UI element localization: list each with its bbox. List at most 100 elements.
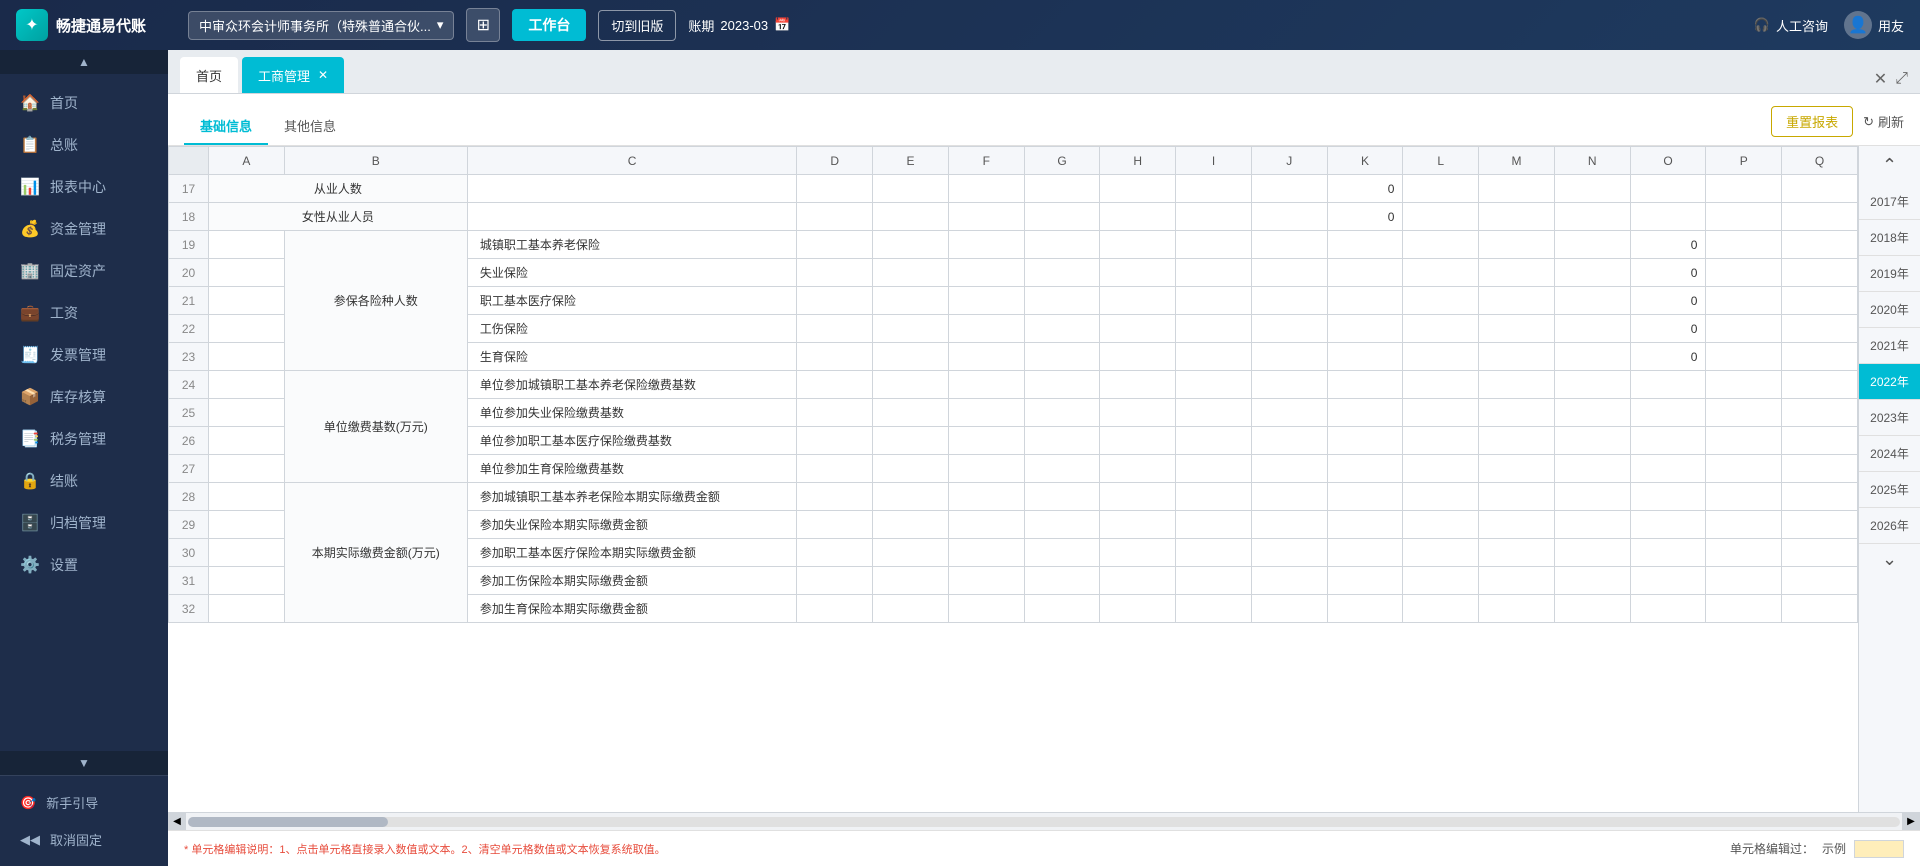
cell-25-l[interactable] xyxy=(1403,399,1479,427)
cell-26-k[interactable] xyxy=(1327,427,1403,455)
cell-30-n[interactable] xyxy=(1554,539,1630,567)
cell-19-p[interactable] xyxy=(1706,231,1782,259)
cell-22-i[interactable] xyxy=(1176,315,1252,343)
cell-26-d[interactable] xyxy=(797,427,873,455)
cell-18-ab[interactable]: 女性从业人员 xyxy=(209,203,468,231)
cell-18-p[interactable] xyxy=(1706,203,1782,231)
cell-17-p[interactable] xyxy=(1706,175,1782,203)
cell-29-e[interactable] xyxy=(873,511,949,539)
cell-20-l[interactable] xyxy=(1403,259,1479,287)
cell-27-c[interactable]: 单位参加生育保险缴费基数 xyxy=(467,455,797,483)
cell-19-a[interactable] xyxy=(209,231,285,259)
cell-20-o[interactable]: 0 xyxy=(1630,259,1706,287)
cell-22-p[interactable] xyxy=(1706,315,1782,343)
cell-25-q[interactable] xyxy=(1782,399,1858,427)
cell-25-n[interactable] xyxy=(1554,399,1630,427)
cell-18-c[interactable] xyxy=(467,203,797,231)
cell-20-e[interactable] xyxy=(873,259,949,287)
cell-32-m[interactable] xyxy=(1479,595,1555,623)
cell-21-e[interactable] xyxy=(873,287,949,315)
cell-21-q[interactable] xyxy=(1782,287,1858,315)
cell-23-j[interactable] xyxy=(1251,343,1327,371)
cell-17-k[interactable]: 0 xyxy=(1327,175,1403,203)
refresh-button[interactable]: ↻ 刷新 xyxy=(1863,112,1904,131)
cell-20-k[interactable] xyxy=(1327,259,1403,287)
cell-30-g[interactable] xyxy=(1024,539,1100,567)
scroll-right-button[interactable]: ▶ xyxy=(1902,813,1920,831)
cell-24-f[interactable] xyxy=(948,371,1024,399)
cell-31-h[interactable] xyxy=(1100,567,1176,595)
cell-17-d[interactable] xyxy=(797,175,873,203)
cell-22-m[interactable] xyxy=(1479,315,1555,343)
cell-23-f[interactable] xyxy=(948,343,1024,371)
cell-31-q[interactable] xyxy=(1782,567,1858,595)
scroll-thumb[interactable] xyxy=(188,817,388,827)
cell-19-l[interactable] xyxy=(1403,231,1479,259)
cell-26-q[interactable] xyxy=(1782,427,1858,455)
cell-21-h[interactable] xyxy=(1100,287,1176,315)
cell-30-q[interactable] xyxy=(1782,539,1858,567)
sidebar-item-tax[interactable]: 📑 税务管理 xyxy=(0,418,168,460)
sub-tab-other[interactable]: 其他信息 xyxy=(268,108,352,145)
company-selector[interactable]: 中审众环会计师事务所（特殊普通合伙... ▾ xyxy=(188,11,454,40)
cell-29-p[interactable] xyxy=(1706,511,1782,539)
cell-21-m[interactable] xyxy=(1479,287,1555,315)
cell-25-p[interactable] xyxy=(1706,399,1782,427)
cell-26-p[interactable] xyxy=(1706,427,1782,455)
year-item-2025[interactable]: 2025年 xyxy=(1859,472,1920,508)
cell-31-n[interactable] xyxy=(1554,567,1630,595)
cell-27-o[interactable] xyxy=(1630,455,1706,483)
year-item-2020[interactable]: 2020年 xyxy=(1859,292,1920,328)
cell-26-m[interactable] xyxy=(1479,427,1555,455)
cell-29-o[interactable] xyxy=(1630,511,1706,539)
cell-32-q[interactable] xyxy=(1782,595,1858,623)
cell-17-n[interactable] xyxy=(1554,175,1630,203)
cell-17-g[interactable] xyxy=(1024,175,1100,203)
cell-27-g[interactable] xyxy=(1024,455,1100,483)
sub-tab-basic[interactable]: 基础信息 xyxy=(184,108,268,145)
cell-29-m[interactable] xyxy=(1479,511,1555,539)
cell-32-g[interactable] xyxy=(1024,595,1100,623)
cell-17-q[interactable] xyxy=(1782,175,1858,203)
cell-22-q[interactable] xyxy=(1782,315,1858,343)
old-version-button[interactable]: 切到旧版 xyxy=(598,10,676,41)
cell-26-l[interactable] xyxy=(1403,427,1479,455)
cell-18-e[interactable] xyxy=(873,203,949,231)
cell-20-q[interactable] xyxy=(1782,259,1858,287)
cell-27-e[interactable] xyxy=(873,455,949,483)
cell-24-b-merged[interactable]: 单位缴费基数(万元) xyxy=(284,371,467,483)
year-item-2026[interactable]: 2026年 xyxy=(1859,508,1920,544)
cell-25-j[interactable] xyxy=(1251,399,1327,427)
cell-17-l[interactable] xyxy=(1403,175,1479,203)
cell-27-f[interactable] xyxy=(948,455,1024,483)
cell-19-f[interactable] xyxy=(948,231,1024,259)
cell-20-d[interactable] xyxy=(797,259,873,287)
cell-18-o[interactable] xyxy=(1630,203,1706,231)
cell-23-n[interactable] xyxy=(1554,343,1630,371)
cell-24-p[interactable] xyxy=(1706,371,1782,399)
cell-31-l[interactable] xyxy=(1403,567,1479,595)
cell-17-c[interactable] xyxy=(467,175,797,203)
cell-32-j[interactable] xyxy=(1251,595,1327,623)
cell-25-a[interactable] xyxy=(209,399,285,427)
cell-26-o[interactable] xyxy=(1630,427,1706,455)
cell-24-o[interactable] xyxy=(1630,371,1706,399)
cell-20-m[interactable] xyxy=(1479,259,1555,287)
tab-close-button[interactable]: ✕ xyxy=(1874,69,1887,89)
year-item-2017[interactable]: 2017年 xyxy=(1859,184,1920,220)
cell-32-i[interactable] xyxy=(1176,595,1252,623)
cell-31-f[interactable] xyxy=(948,567,1024,595)
cell-20-j[interactable] xyxy=(1251,259,1327,287)
sidebar-scroll-down[interactable]: ▼ xyxy=(0,751,168,775)
cell-22-a[interactable] xyxy=(209,315,285,343)
cell-21-k[interactable] xyxy=(1327,287,1403,315)
cell-27-l[interactable] xyxy=(1403,455,1479,483)
cell-28-e[interactable] xyxy=(873,483,949,511)
year-nav-down[interactable]: ⌄ xyxy=(1859,544,1920,574)
cell-19-q[interactable] xyxy=(1782,231,1858,259)
cell-29-a[interactable] xyxy=(209,511,285,539)
tab-industry[interactable]: 工商管理 ✕ xyxy=(242,57,344,93)
cell-30-c[interactable]: 参加职工基本医疗保险本期实际缴费金额 xyxy=(467,539,797,567)
cell-22-e[interactable] xyxy=(873,315,949,343)
consult-button[interactable]: 🎧 人工咨询 xyxy=(1754,16,1828,35)
